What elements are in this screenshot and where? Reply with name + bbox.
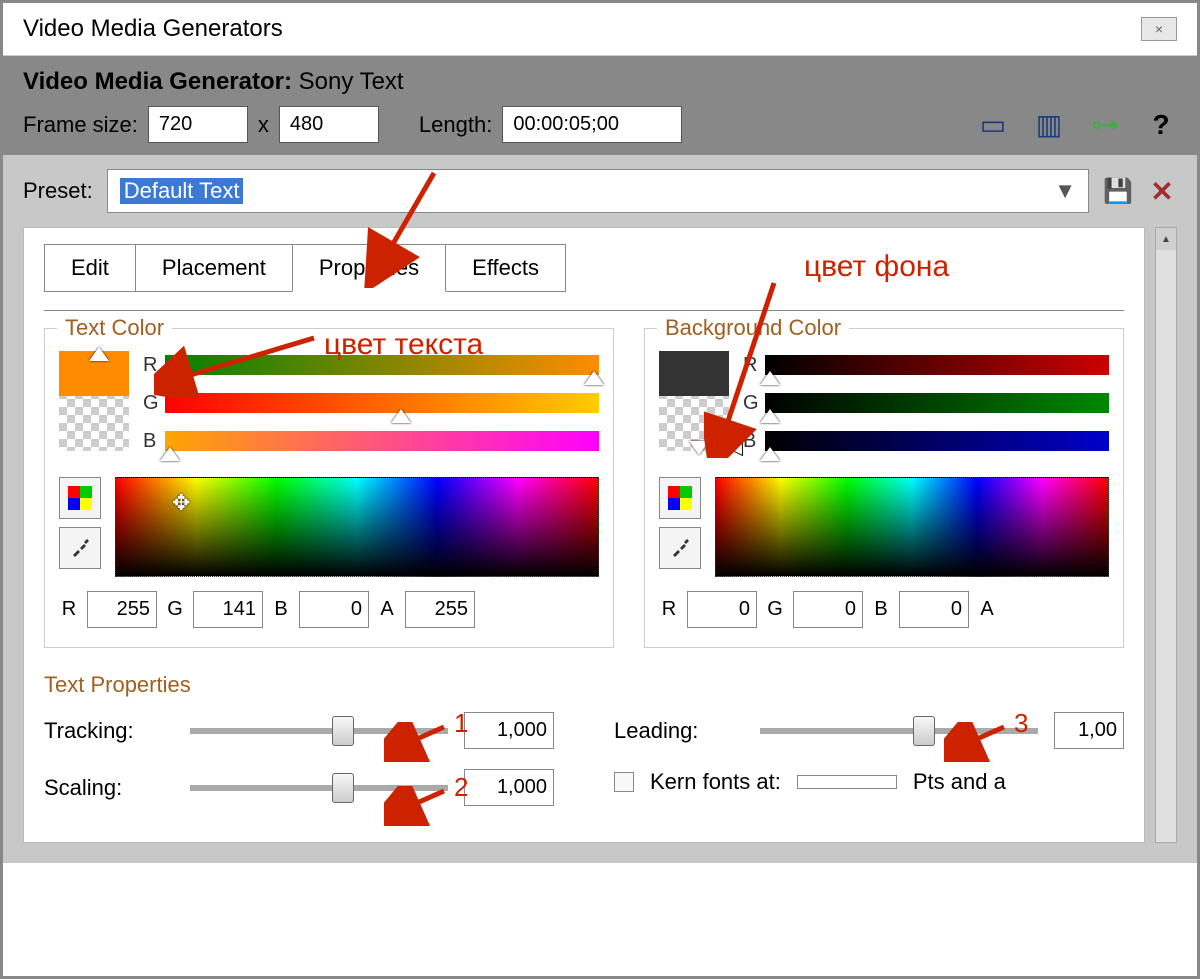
fx-chain-icon[interactable]: ▥: [1033, 109, 1065, 141]
bg-color-field[interactable]: [715, 477, 1109, 577]
bg-r-num-label: R: [659, 598, 679, 621]
chevron-down-icon: ▼: [1054, 178, 1076, 204]
text-b-input[interactable]: 0: [299, 591, 369, 628]
length-label: Length:: [419, 112, 492, 138]
leading-slider[interactable]: [760, 728, 1038, 734]
scaling-label: Scaling:: [44, 775, 174, 801]
tracking-slider[interactable]: [190, 728, 448, 734]
bg-g-input[interactable]: 0: [793, 591, 863, 628]
main-panel: Edit Placement Properties Effects Text C…: [23, 227, 1145, 843]
leading-input[interactable]: 1,00: [1054, 712, 1124, 749]
bg-b-input[interactable]: 0: [899, 591, 969, 628]
media-icon[interactable]: ▭: [977, 109, 1009, 141]
scaling-slider[interactable]: [190, 785, 448, 791]
frame-x-label: x: [258, 112, 269, 138]
text-b-slider[interactable]: [165, 431, 599, 451]
preset-dropdown[interactable]: Default Text ▼: [107, 169, 1089, 213]
preset-value: Default Text: [120, 178, 244, 204]
bg-eyedropper-button[interactable]: [659, 527, 701, 569]
g-label: G: [143, 392, 165, 415]
kern-input[interactable]: [797, 775, 897, 789]
text-g-slider[interactable]: [165, 393, 599, 413]
eyedropper-button[interactable]: [59, 527, 101, 569]
frame-width-input[interactable]: 720: [148, 106, 248, 143]
bg-b-num-label: B: [871, 598, 891, 621]
text-g-input[interactable]: 141: [193, 591, 263, 628]
toolbar: Video Media Generator: Sony Text Frame s…: [3, 56, 1197, 155]
close-button[interactable]: ×: [1141, 17, 1177, 41]
crosshair-icon: ✥: [172, 490, 190, 516]
bg-g-slider[interactable]: [765, 393, 1109, 413]
text-r-input[interactable]: 255: [87, 591, 157, 628]
generator-header: Video Media Generator: Sony Text: [23, 68, 404, 96]
color-palette-button[interactable]: [59, 477, 101, 519]
bg-color-group: Background Color ◁ R G: [644, 328, 1124, 648]
tracking-label: Tracking:: [44, 718, 174, 744]
tab-placement[interactable]: Placement: [135, 244, 293, 292]
scroll-up-icon[interactable]: ▲: [1156, 228, 1176, 250]
frame-size-label: Frame size:: [23, 112, 138, 138]
text-color-legend: Text Color: [57, 315, 172, 341]
text-r-num-label: R: [59, 598, 79, 621]
preset-label: Preset:: [23, 178, 93, 204]
bg-r-slider[interactable]: [765, 355, 1109, 375]
vertical-scrollbar[interactable]: ▲: [1155, 227, 1177, 843]
tracking-input[interactable]: 1,000: [464, 712, 554, 749]
bg-r-input[interactable]: 0: [687, 591, 757, 628]
bg-b-slider[interactable]: [765, 431, 1109, 451]
kern-label: Kern fonts at:: [650, 769, 781, 795]
tab-effects[interactable]: Effects: [445, 244, 566, 292]
bg-color-legend: Background Color: [657, 315, 849, 341]
text-color-field[interactable]: ✥: [115, 477, 599, 577]
r-label: R: [143, 354, 165, 377]
scaling-input[interactable]: 1,000: [464, 769, 554, 806]
text-g-num-label: G: [165, 598, 185, 621]
bg-color-swatch[interactable]: ◁: [659, 351, 729, 451]
text-props-legend: Text Properties: [44, 672, 1124, 698]
delete-preset-button[interactable]: ✕: [1147, 176, 1177, 206]
kern-checkbox[interactable]: [614, 772, 634, 792]
window-title: Video Media Generators: [23, 15, 283, 43]
kern-suffix: Pts and a: [913, 769, 1006, 795]
text-b-num-label: B: [271, 598, 291, 621]
text-color-group: Text Color R G: [44, 328, 614, 648]
leading-label: Leading:: [614, 718, 744, 744]
title-bar: Video Media Generators ×: [3, 3, 1197, 56]
text-properties-group: Text Properties Tracking: 1,000 Scaling:…: [44, 672, 1124, 826]
frame-height-input[interactable]: 480: [279, 106, 379, 143]
bg-g-num-label: G: [765, 598, 785, 621]
text-a-num-label: A: [377, 598, 397, 621]
help-icon[interactable]: ?: [1145, 109, 1177, 141]
length-input[interactable]: 00:00:05;00: [502, 106, 682, 143]
bg-a-num-label: A: [977, 598, 997, 621]
preset-bar: Preset: Default Text ▼ 💾 ✕: [3, 155, 1197, 227]
text-r-slider[interactable]: [165, 355, 599, 375]
split-icon[interactable]: ⊶: [1089, 109, 1121, 141]
bg-palette-button[interactable]: [659, 477, 701, 519]
save-preset-button[interactable]: 💾: [1103, 176, 1133, 206]
tab-edit[interactable]: Edit: [44, 244, 136, 292]
text-color-swatch[interactable]: [59, 351, 129, 451]
text-a-input[interactable]: 255: [405, 591, 475, 628]
tab-properties[interactable]: Properties: [292, 244, 446, 292]
